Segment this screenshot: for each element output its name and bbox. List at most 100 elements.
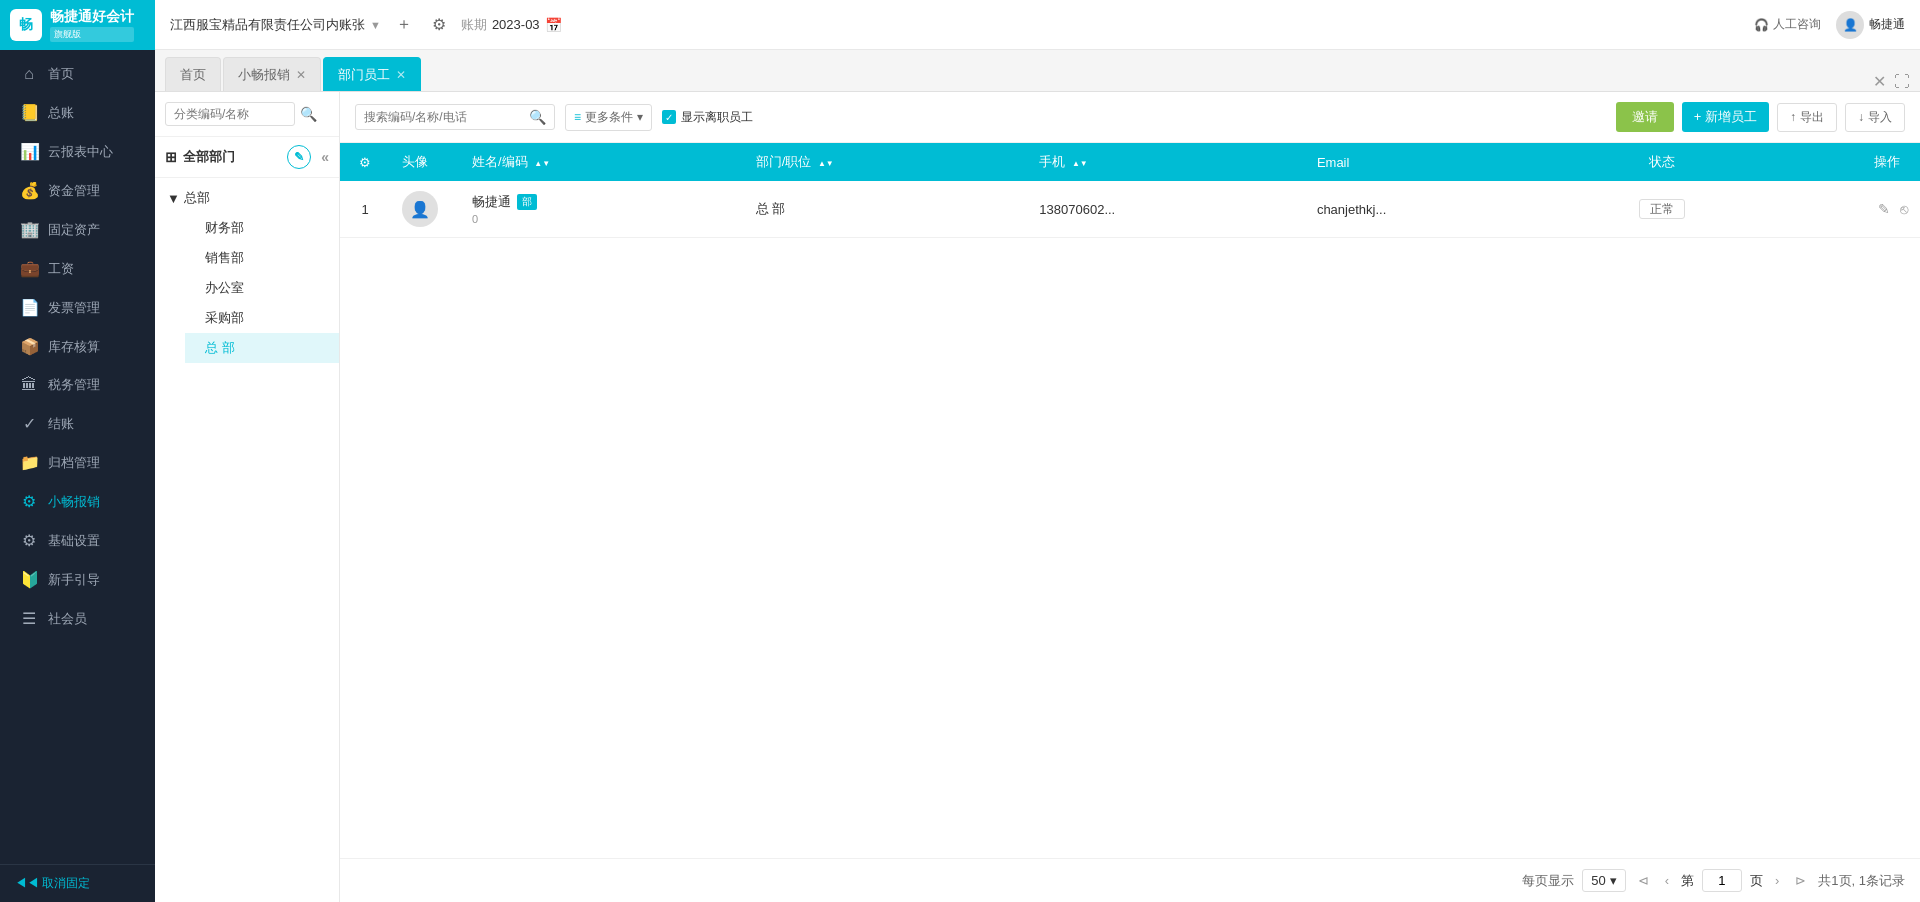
employee-email: chanjethkj... bbox=[1317, 202, 1386, 217]
sidebar-item-more[interactable]: ☰ 社会员 bbox=[0, 599, 155, 638]
settings-icon: ⚙ bbox=[20, 531, 38, 550]
col-dept[interactable]: 部门/职位 ▲▼ bbox=[744, 143, 1028, 181]
sidebar-item-tax[interactable]: 🏛 税务管理 bbox=[0, 366, 155, 404]
inventory-icon: 📦 bbox=[20, 337, 38, 356]
first-page-button[interactable]: ⊲ bbox=[1634, 873, 1653, 888]
search-icon[interactable]: 🔍 bbox=[529, 109, 546, 125]
ledger-icon: 📒 bbox=[20, 103, 38, 122]
edit-employee-button[interactable]: ✎ bbox=[1878, 201, 1890, 217]
next-page-button[interactable]: › bbox=[1771, 873, 1783, 888]
sidebar-item-checkout[interactable]: ✓ 结账 bbox=[0, 404, 155, 443]
tabs-actions: ✕ ⛶ bbox=[1873, 72, 1920, 91]
company-selector[interactable]: 江西服宝精品有限责任公司内账张 ▼ bbox=[170, 16, 381, 34]
row-email-cell: chanjethkj... bbox=[1305, 181, 1564, 238]
employee-table: ⚙ 头像 姓名/编码 ▲▼ 部门/职位 ▲▼ bbox=[340, 143, 1920, 238]
sidebar-item-wages[interactable]: 💼 工资 bbox=[0, 249, 155, 288]
show-resigned-checkbox[interactable]: ✓ bbox=[662, 110, 676, 124]
export-button[interactable]: ↑ 导出 bbox=[1777, 103, 1837, 132]
assets-icon: 🏢 bbox=[20, 220, 38, 239]
dept-sort-icon: ▲▼ bbox=[818, 159, 834, 168]
sidebar-item-ledger[interactable]: 📒 总账 bbox=[0, 93, 155, 132]
col-settings[interactable]: ⚙ bbox=[340, 143, 390, 181]
dept-search-input[interactable] bbox=[165, 102, 295, 126]
tab-home[interactable]: 首页 bbox=[165, 57, 221, 91]
dept-edit-button[interactable]: ✎ bbox=[287, 145, 311, 169]
sidebar-item-home[interactable]: ⌂ 首页 bbox=[0, 55, 155, 93]
employee-dept: 总 部 bbox=[756, 201, 786, 216]
tab-expense-close[interactable]: ✕ bbox=[296, 68, 306, 82]
phone-sort-icon: ▲▼ bbox=[1072, 159, 1088, 168]
dept-tree-item-general[interactable]: 总 部 bbox=[185, 333, 339, 363]
employee-search-box: 🔍 bbox=[355, 104, 555, 130]
guide-icon: 🔰 bbox=[20, 570, 38, 589]
dept-tree-item-root[interactable]: ▼ 总部 bbox=[155, 183, 339, 213]
dept-tree-item-purchase[interactable]: 采购部 bbox=[185, 303, 339, 333]
employee-search-input[interactable] bbox=[364, 110, 524, 124]
sidebar-item-settings[interactable]: ⚙ 基础设置 bbox=[0, 521, 155, 560]
tabs-bar: 首页 小畅报销 ✕ 部门员工 ✕ ✕ ⛶ bbox=[155, 50, 1920, 92]
dept-tree-item-office[interactable]: 办公室 bbox=[185, 273, 339, 303]
company-dropdown-icon: ▼ bbox=[370, 19, 381, 31]
sidebar-item-expense[interactable]: ⚙ 小畅报销 bbox=[0, 482, 155, 521]
filter-icon: ≡ bbox=[574, 110, 581, 124]
sidebar-item-funds[interactable]: 💰 资金管理 bbox=[0, 171, 155, 210]
checkout-icon: ✓ bbox=[20, 414, 38, 433]
avatar-icon: 👤 bbox=[1843, 18, 1858, 32]
sidebar-item-label: 资金管理 bbox=[48, 182, 100, 200]
invoice-icon: 📄 bbox=[20, 298, 38, 317]
col-name[interactable]: 姓名/编码 ▲▼ bbox=[460, 143, 744, 181]
show-resigned-toggle[interactable]: ✓ 显示离职员工 bbox=[662, 109, 753, 126]
table-row: 1 👤 畅捷通 部 bbox=[340, 181, 1920, 238]
dept-tree-item-sales[interactable]: 销售部 bbox=[185, 243, 339, 273]
col-status: 状态 bbox=[1564, 143, 1758, 181]
topbar: 江西服宝精品有限责任公司内账张 ▼ ＋ ⚙ 账期 2023-03 📅 🎧 人工咨… bbox=[155, 0, 1920, 50]
more-icon: ☰ bbox=[20, 609, 38, 628]
add-company-button[interactable]: ＋ bbox=[391, 14, 417, 35]
expand-icon: ▼ bbox=[167, 191, 180, 206]
sidebar-item-guide[interactable]: 🔰 新手引导 bbox=[0, 560, 155, 599]
expand-tab-icon[interactable]: ⛶ bbox=[1894, 73, 1910, 91]
sidebar-item-reports[interactable]: 📊 云报表中心 bbox=[0, 132, 155, 171]
dept-collapse-icon[interactable]: « bbox=[321, 149, 329, 165]
sidebar-unpin-button[interactable]: ◀◀ 取消固定 bbox=[0, 864, 155, 902]
company-settings-button[interactable]: ⚙ bbox=[427, 15, 451, 34]
last-page-button[interactable]: ⊳ bbox=[1791, 873, 1810, 888]
close-tab-icon[interactable]: ✕ bbox=[1873, 72, 1886, 91]
tab-employees-close[interactable]: ✕ bbox=[396, 68, 406, 82]
app-title: 畅捷通好会计 bbox=[50, 8, 134, 25]
col-phone[interactable]: 手机 ▲▼ bbox=[1027, 143, 1305, 181]
tab-expense[interactable]: 小畅报销 ✕ bbox=[223, 57, 321, 91]
period-label: 账期 bbox=[461, 16, 487, 34]
sidebar-item-assets[interactable]: 🏢 固定资产 bbox=[0, 210, 155, 249]
sidebar-item-invoice[interactable]: 📄 发票管理 bbox=[0, 288, 155, 327]
sidebar-item-label: 库存核算 bbox=[48, 338, 100, 356]
user-menu[interactable]: 👤 畅捷通 bbox=[1836, 11, 1905, 39]
dept-tree-item-finance[interactable]: 财务部 bbox=[185, 213, 339, 243]
tab-employees[interactable]: 部门员工 ✕ bbox=[323, 57, 421, 91]
employee-avatar: 👤 bbox=[402, 191, 438, 227]
delete-employee-button[interactable]: ⎋ bbox=[1900, 201, 1908, 217]
pagination-total: 共1页, 1条记录 bbox=[1818, 872, 1905, 890]
pagination-bar: 每页显示 50 ▾ ⊲ ‹ 第 页 › ⊳ 共1页, 1条记录 bbox=[340, 858, 1920, 902]
dept-search-icon[interactable]: 🔍 bbox=[300, 106, 317, 122]
period-selector[interactable]: 账期 2023-03 📅 bbox=[461, 16, 562, 34]
sidebar-item-archive[interactable]: 📁 归档管理 bbox=[0, 443, 155, 482]
sidebar-item-label: 首页 bbox=[48, 65, 74, 83]
per-page-value: 50 bbox=[1591, 873, 1605, 888]
prev-page-button[interactable]: ‹ bbox=[1661, 873, 1673, 888]
logo-icon: 畅 bbox=[10, 9, 42, 41]
show-resigned-label: 显示离职员工 bbox=[681, 109, 753, 126]
page-label-prefix: 第 bbox=[1681, 872, 1694, 890]
sidebar-item-label: 工资 bbox=[48, 260, 74, 278]
import-button[interactable]: ↓ 导入 bbox=[1845, 103, 1905, 132]
import-icon: ↓ bbox=[1858, 110, 1864, 124]
per-page-selector[interactable]: 50 ▾ bbox=[1582, 869, 1625, 892]
page-number-input[interactable] bbox=[1702, 869, 1742, 892]
support-button[interactable]: 🎧 人工咨询 bbox=[1754, 16, 1821, 33]
invite-button[interactable]: 邀请 bbox=[1616, 102, 1674, 132]
filter-button[interactable]: ≡ 更多条件 ▾ bbox=[565, 104, 652, 131]
add-employee-button[interactable]: + 新增员工 bbox=[1682, 102, 1769, 132]
sidebar-item-label: 归档管理 bbox=[48, 454, 100, 472]
sidebar-item-inventory[interactable]: 📦 库存核算 bbox=[0, 327, 155, 366]
funds-icon: 💰 bbox=[20, 181, 38, 200]
